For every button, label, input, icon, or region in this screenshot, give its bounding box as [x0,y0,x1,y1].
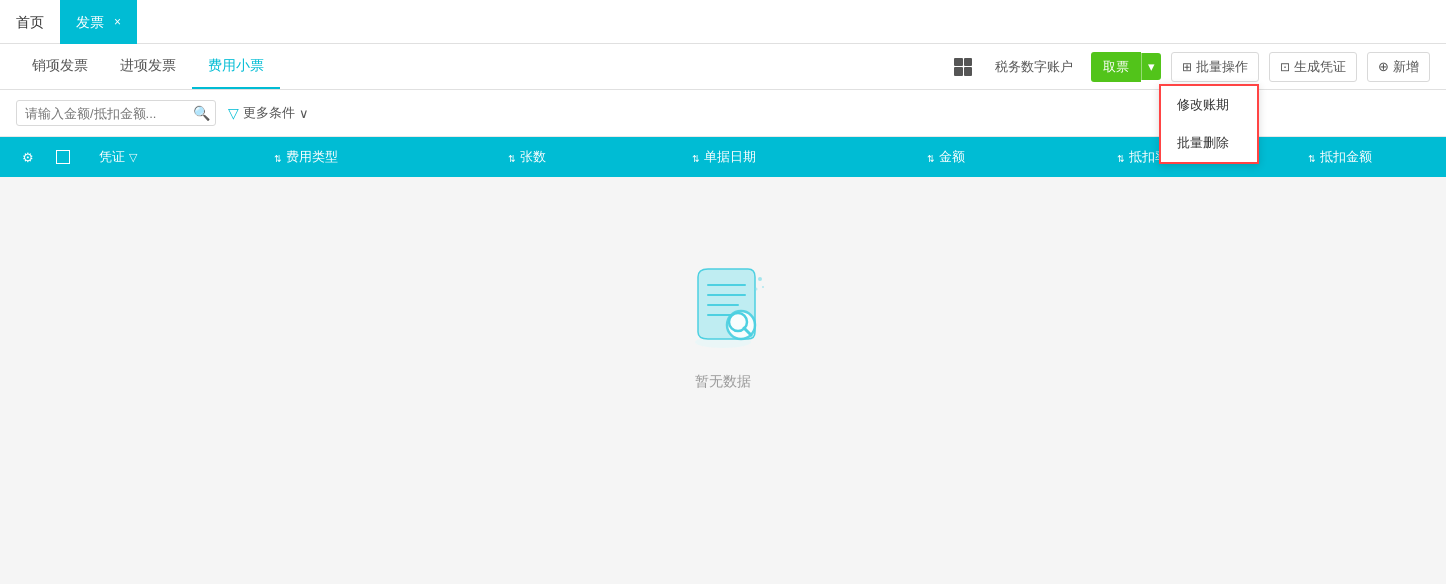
search-input-wrap: 🔍 [16,100,216,126]
empty-text: 暂无数据 [695,373,751,391]
dropdown-item-modify-period[interactable]: 修改账期 [1161,86,1257,124]
search-icon[interactable]: 🔍 [193,105,210,121]
sub-tabs-left: 销项发票 进项发票 费用小票 [16,44,280,89]
svg-point-8 [758,277,762,281]
svg-point-9 [755,288,758,291]
th-voucher[interactable]: 凭证 ▽ [78,148,158,166]
home-tab[interactable]: 首页 [0,0,60,44]
th-date[interactable]: ⇅ 单据日期 [601,148,847,166]
sub-tabs-bar: 销项发票 进项发票 费用小票 税务数字账户 取票 ▾ [0,44,1446,90]
svg-point-10 [762,286,764,288]
sub-tabs-right: 税务数字账户 取票 ▾ ⊞ 批量操作 修改账期 批量删除 [949,52,1430,82]
qr-grid [954,58,972,76]
filter-icon: ▽ [228,105,239,121]
th-settings[interactable]: ⚙ [8,150,48,165]
batch-ops-icon: ⊞ [1182,60,1192,74]
sort-arrows-amount: ⇅ [927,150,935,165]
invoice-tab-label: 发票 [76,0,104,44]
batch-ops-dropdown: 修改账期 批量删除 [1159,84,1259,164]
batch-ops-container: ⊞ 批量操作 修改账期 批量删除 [1171,52,1259,82]
th-amount[interactable]: ⇅ 金额 [847,148,1044,166]
generate-voucher-button[interactable]: ⊡ 生成凭证 [1269,52,1357,82]
batch-ops-button[interactable]: ⊞ 批量操作 [1171,52,1259,82]
tab-sales[interactable]: 销项发票 [16,44,104,89]
add-button[interactable]: ⊕ 新增 [1367,52,1430,82]
sort-arrows-expense: ⇅ [274,150,282,165]
add-icon: ⊕ [1378,59,1389,74]
sort-arrows-deduct-rate: ⇅ [1117,150,1125,165]
top-nav: 首页 发票 × [0,0,1446,44]
th-deduct-amount[interactable]: ⇅ 抵扣金额 [1241,148,1438,166]
more-conditions-arrow: ∨ [299,106,309,121]
th-expense-type[interactable]: ⇅ 费用类型 [158,148,453,166]
generate-voucher-icon: ⊡ [1280,60,1290,74]
invoice-tab-close[interactable]: × [114,0,121,44]
tab-purchase[interactable]: 进项发票 [104,44,192,89]
voucher-filter-icon: ▽ [129,151,137,164]
th-count[interactable]: ⇅ 张数 [453,148,601,166]
get-ticket-arrow-button[interactable]: ▾ [1141,53,1161,80]
empty-state: 暂无数据 [0,177,1446,451]
sort-arrows-deduct-amount: ⇅ [1308,150,1316,165]
empty-icon [673,257,773,357]
get-ticket-button[interactable]: 取票 [1091,52,1141,82]
sort-arrows-date: ⇅ [692,150,700,165]
qr-icon-button[interactable] [949,53,977,81]
tab-expense[interactable]: 费用小票 [192,44,280,89]
tax-account-button[interactable]: 税务数字账户 [987,58,1081,76]
dropdown-item-batch-delete[interactable]: 批量删除 [1161,124,1257,162]
sort-arrows-count: ⇅ [508,150,516,165]
get-ticket-button-group: 取票 ▾ [1091,52,1161,82]
invoice-tab[interactable]: 发票 × [60,0,137,44]
th-checkbox[interactable] [48,150,78,164]
search-input[interactable] [25,106,193,121]
header-checkbox[interactable] [56,150,70,164]
more-conditions-button[interactable]: ▽ 更多条件 ∨ [228,104,309,122]
